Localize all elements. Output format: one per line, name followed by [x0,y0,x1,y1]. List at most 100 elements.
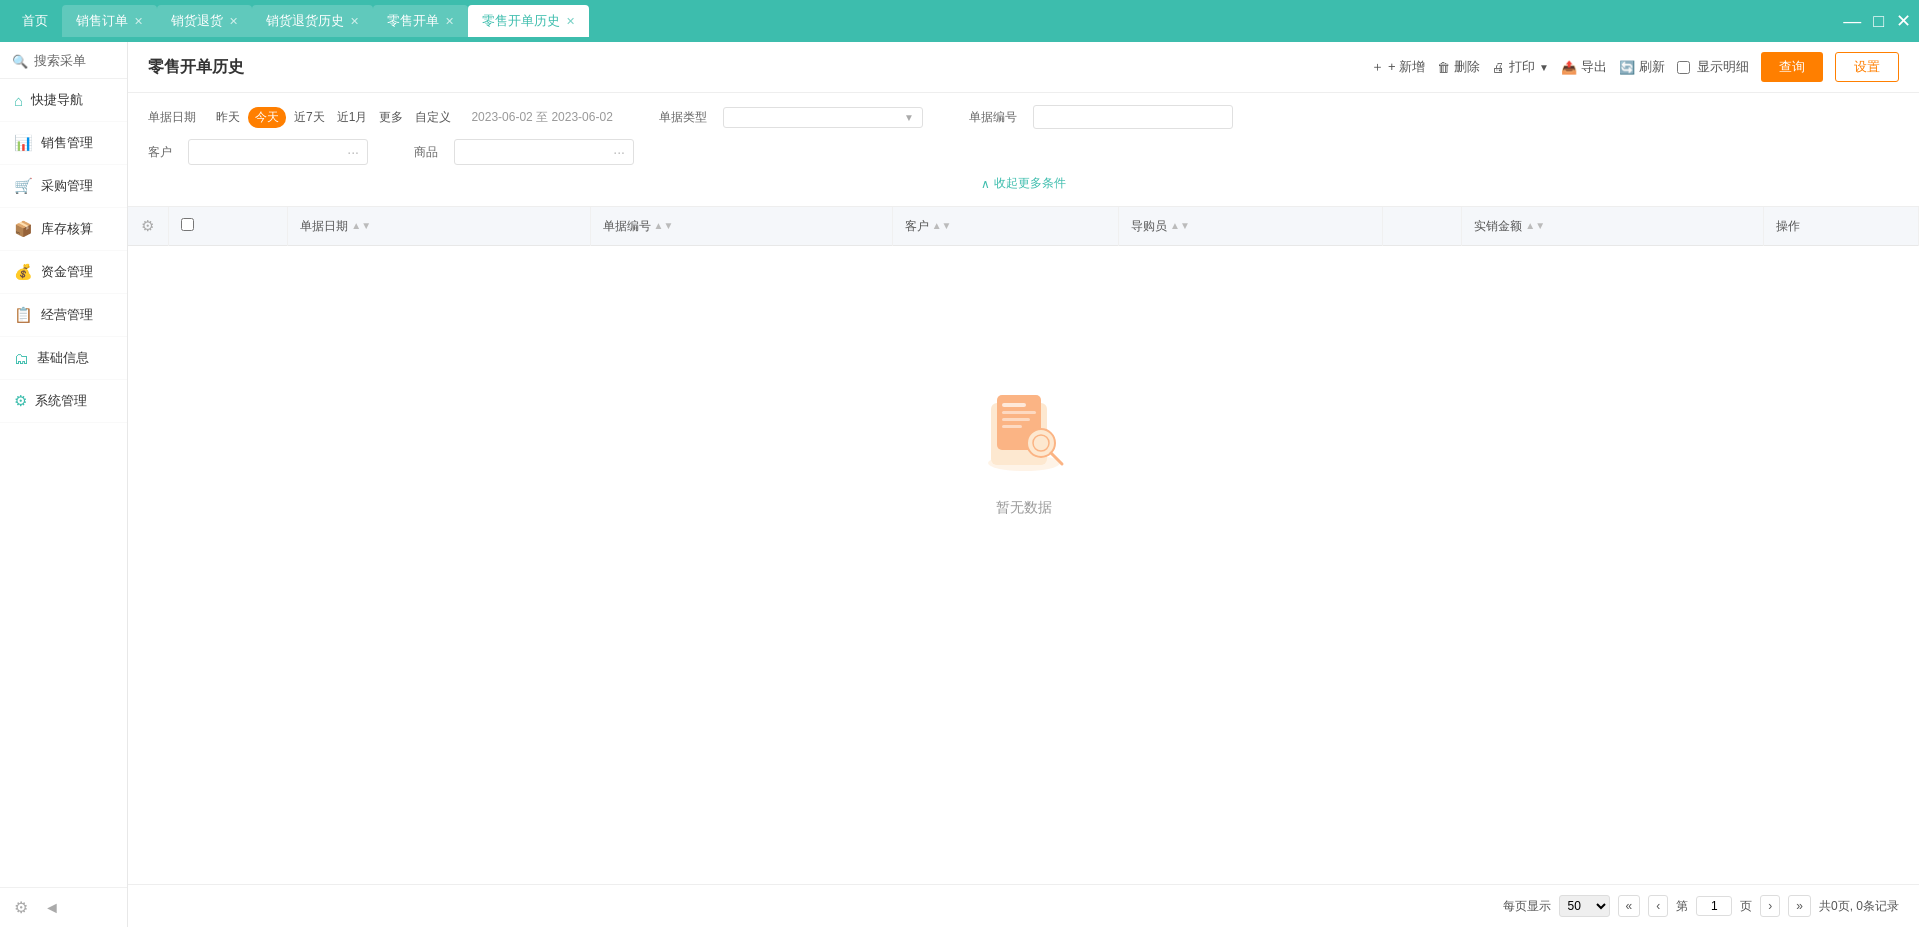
number-input[interactable] [1033,105,1233,129]
sidebar-item-operations[interactable]: 📋 经营管理 [0,294,127,337]
tab-sales-return-history-close[interactable]: ✕ [350,15,359,28]
sidebar-item-quick-nav[interactable]: ⌂ 快捷导航 [0,79,127,122]
sidebar-item-base-info[interactable]: 🗂 基础信息 [0,337,127,380]
collapse-icon: ∧ [981,177,990,191]
th-number[interactable]: 单据编号 ▲▼ [590,207,892,246]
tab-home-label: 首页 [22,12,48,30]
date-btn-more[interactable]: 更多 [375,108,407,127]
tab-sales-return-label: 销货退货 [171,12,223,30]
th-amount[interactable]: 实销金额 ▲▼ [1462,207,1764,246]
type-select[interactable]: ▼ [723,107,923,128]
sidebar-search[interactable]: 🔍 搜索采单 [0,42,127,79]
inventory-icon: 📦 [14,220,33,238]
export-label: 导出 [1581,58,1607,76]
pagination-bar: 每页显示 50 10 20 100 « ‹ 第 页 › » 共0页, 0条记录 [128,884,1919,927]
th-guide[interactable]: 导购员 ▲▼ [1119,207,1383,246]
tab-retail-open-close[interactable]: ✕ [445,15,454,28]
sidebar-item-inventory-label: 库存核算 [41,220,93,238]
th-date[interactable]: 单据日期 ▲▼ [288,207,590,246]
sidebar-item-purchase-mgmt[interactable]: 🛒 采购管理 [0,165,127,208]
page-size-select[interactable]: 50 10 20 100 [1559,895,1610,917]
table-header: ⚙ 单据日期 ▲▼ [128,207,1919,246]
export-icon: 📤 [1561,60,1577,75]
tab-sales-return-history[interactable]: 销货退货历史 ✕ [252,5,373,37]
delete-label: 删除 [1454,58,1480,76]
th-settings: ⚙ [128,207,168,246]
customer-dots-button[interactable]: ··· [347,144,359,160]
tab-sales-return[interactable]: 销货退货 ✕ [157,5,252,37]
refresh-button[interactable]: 🔄 刷新 [1619,58,1665,76]
empty-text: 暂无数据 [996,499,1052,517]
table-container: ⚙ 单据日期 ▲▼ [128,207,1919,927]
empty-state: 暂无数据 [128,246,1919,646]
tab-retail-history-close[interactable]: ✕ [566,15,575,28]
print-label: 打印 [1509,58,1535,76]
sidebar-item-finance-label: 资金管理 [41,263,93,281]
sidebar-item-inventory[interactable]: 📦 库存核算 [0,208,127,251]
filter-row-1: 单据日期 昨天 今天 近7天 近1月 更多 自定义 2023-06-02 至 2… [148,105,1899,129]
print-button[interactable]: 🖨 打印 ▼ [1492,58,1549,76]
tab-retail-open[interactable]: 零售开单 ✕ [373,5,468,37]
collapse-more-button[interactable]: ∧ 收起更多条件 [981,175,1066,192]
sidebar-item-finance[interactable]: 💰 资金管理 [0,251,127,294]
goods-label: 商品 [414,144,438,161]
sidebar-item-quick-nav-label: 快捷导航 [31,91,83,109]
svg-rect-5 [1002,418,1030,421]
add-icon: ＋ [1371,58,1384,76]
th-customer-label: 客户 [905,218,929,235]
main-layout: 🔍 搜索采单 ⌂ 快捷导航 📊 销售管理 🛒 采购管理 📦 库存核算 💰 资金管… [0,42,1919,927]
last-page-button[interactable]: » [1788,895,1811,917]
number-label: 单据编号 [969,109,1017,126]
page-input[interactable] [1696,896,1732,916]
date-btn-yesterday[interactable]: 昨天 [212,108,244,127]
bottom-settings-icon[interactable]: ⚙ [14,898,28,917]
settings-button[interactable]: 设置 [1835,52,1899,82]
th-date-sort-icon: ▲▼ [351,221,371,231]
display-detail-button[interactable]: 显示明细 [1677,58,1749,76]
filter-date-btns: 昨天 今天 近7天 近1月 更多 自定义 [212,107,455,128]
tab-sales-order[interactable]: 销售订单 ✕ [62,5,157,37]
date-label: 单据日期 [148,109,196,126]
bottom-collapse-icon[interactable]: ◄ [44,899,60,917]
date-btn-7days[interactable]: 近7天 [290,108,329,127]
window-maximize[interactable]: □ [1873,11,1884,32]
page-size-label: 每页显示 [1503,898,1551,915]
tab-retail-history-label: 零售开单历史 [482,12,560,30]
table-settings-icon[interactable]: ⚙ [141,217,154,234]
window-close[interactable]: ✕ [1896,10,1911,32]
date-btn-1month[interactable]: 近1月 [333,108,372,127]
customer-label: 客户 [148,144,172,161]
th-customer[interactable]: 客户 ▲▼ [892,207,1118,246]
sidebar-item-sales-mgmt[interactable]: 📊 销售管理 [0,122,127,165]
tab-home[interactable]: 首页 [8,5,62,37]
th-date-label: 单据日期 [300,218,348,235]
window-minimize[interactable]: — [1843,11,1861,32]
add-button[interactable]: ＋ + 新增 [1371,58,1425,76]
date-btn-today[interactable]: 今天 [248,107,286,128]
delete-icon: 🗑 [1437,60,1450,75]
page-label: 页 [1740,898,1752,915]
prev-page-button[interactable]: ‹ [1648,895,1668,917]
next-page-button[interactable]: › [1760,895,1780,917]
svg-rect-4 [1002,411,1036,414]
display-detail-checkbox[interactable] [1677,61,1690,74]
base-info-icon: 🗂 [14,350,29,367]
sidebar-item-system[interactable]: ⚙ 系统管理 [0,380,127,423]
display-detail-label: 显示明细 [1697,58,1749,76]
delete-button[interactable]: 🗑 删除 [1437,58,1480,76]
th-operation: 操作 [1764,207,1919,246]
first-page-button[interactable]: « [1618,895,1641,917]
th-checkbox [168,207,288,246]
empty-illustration [969,375,1079,485]
tab-retail-history[interactable]: 零售开单历史 ✕ [468,5,589,37]
tab-sales-order-close[interactable]: ✕ [134,15,143,28]
query-button[interactable]: 查询 [1761,52,1823,82]
tab-sales-return-close[interactable]: ✕ [229,15,238,28]
svg-rect-3 [1002,403,1026,407]
export-button[interactable]: 📤 导出 [1561,58,1607,76]
filter-row-2: 客户 ··· 商品 ··· [148,139,1899,165]
goods-dots-button[interactable]: ··· [613,144,625,160]
select-all-checkbox[interactable] [181,218,194,231]
date-btn-custom[interactable]: 自定义 [411,108,455,127]
table-wrap: ⚙ 单据日期 ▲▼ [128,207,1919,884]
